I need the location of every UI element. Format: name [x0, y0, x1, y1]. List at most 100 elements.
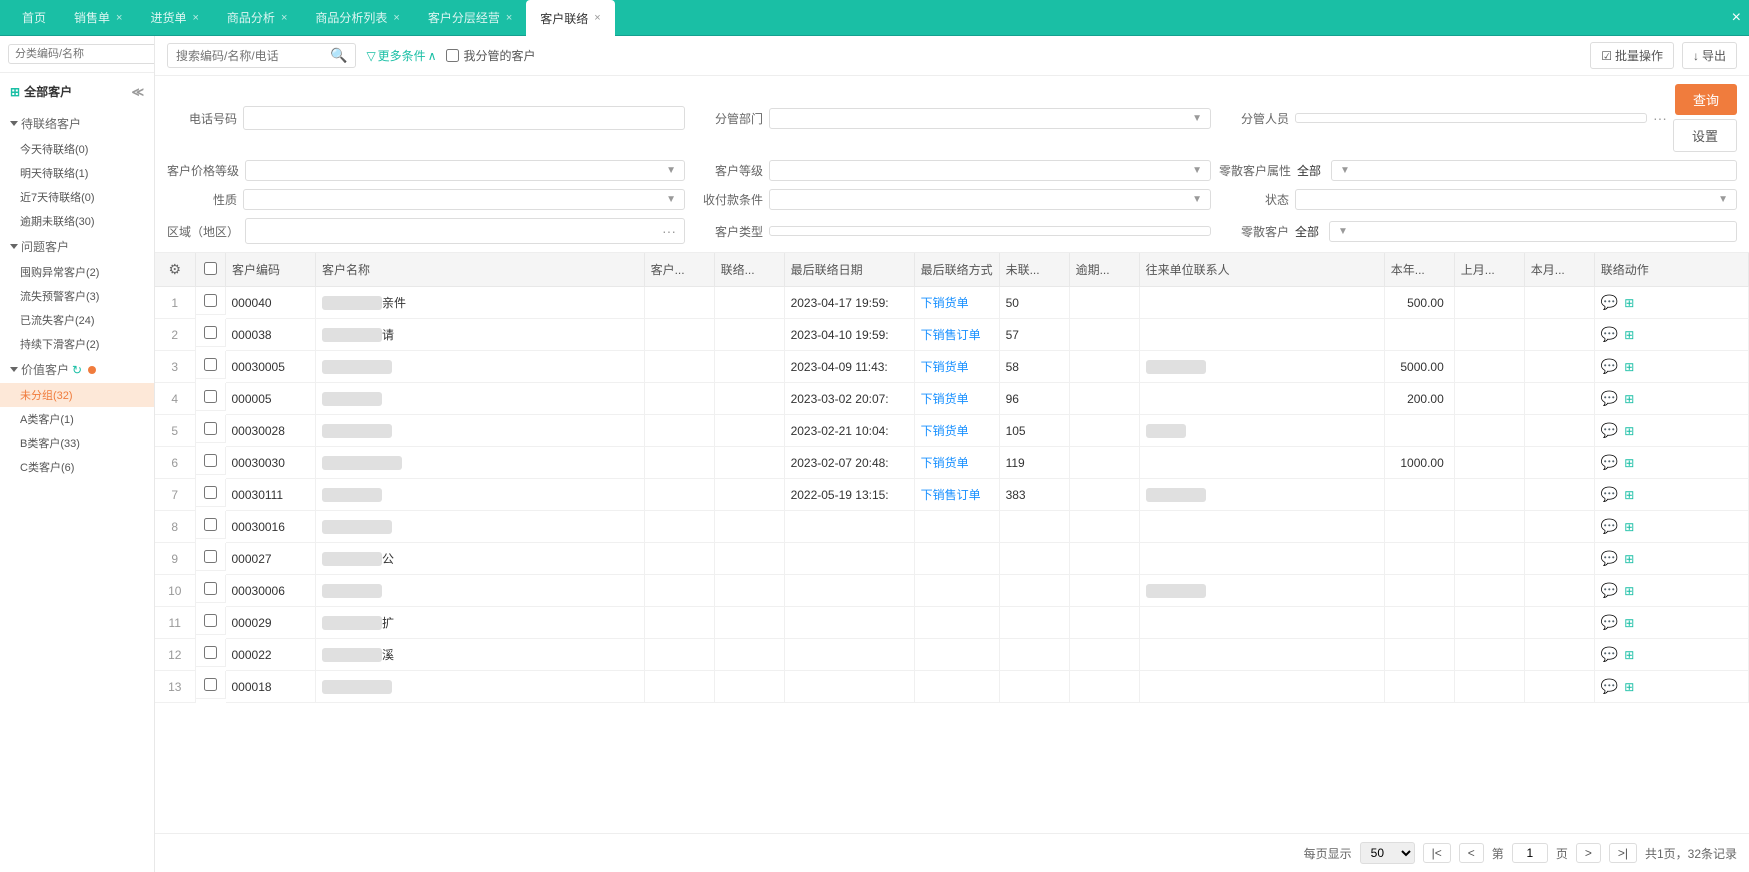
status-select[interactable]: ▼ — [1295, 189, 1737, 210]
row-checkbox[interactable] — [204, 454, 217, 467]
tab-analysis-list-close[interactable]: × — [393, 12, 399, 24]
my-customer-checkbox[interactable] — [446, 49, 459, 62]
message-icon[interactable]: 💬 — [1601, 678, 1618, 695]
contact-method-link[interactable]: 下销货单 — [921, 296, 969, 310]
row-checkbox[interactable] — [204, 518, 217, 531]
export-button[interactable]: ↓ 导出 — [1682, 42, 1737, 69]
sidebar-item-class-a[interactable]: A类客户(1) — [0, 407, 154, 431]
sidebar-item-declining[interactable]: 持续下滑客户(2) — [0, 332, 154, 356]
last-page-button[interactable]: >| — [1609, 843, 1637, 863]
tab-customer-contact[interactable]: 客户联络 × — [526, 0, 614, 36]
row-checkbox[interactable] — [204, 486, 217, 499]
retail-customer-select[interactable]: ▼ — [1329, 221, 1737, 242]
grid-action-icon[interactable]: ⊞ — [1624, 296, 1634, 310]
row-checkbox[interactable] — [204, 614, 217, 627]
per-page-select[interactable]: 50 100 200 — [1360, 842, 1415, 864]
contact-method-link[interactable]: 下销售订单 — [921, 328, 981, 342]
message-icon[interactable]: 💬 — [1601, 646, 1618, 663]
reset-button[interactable]: 设置 — [1673, 119, 1737, 152]
contact-method-link[interactable]: 下销货单 — [921, 360, 969, 374]
sidebar-all-customers[interactable]: ⊞ 全部客户 ≪ — [0, 77, 154, 106]
row-checkbox[interactable] — [204, 422, 217, 435]
contact-method-link[interactable]: 下销售订单 — [921, 488, 981, 502]
row-checkbox[interactable] — [204, 646, 217, 659]
manager-more-icon[interactable]: ··· — [1653, 110, 1667, 126]
sidebar-item-today[interactable]: 今天待联络(0) — [0, 137, 154, 161]
grid-action-icon[interactable]: ⊞ — [1624, 488, 1634, 502]
row-checkbox[interactable] — [204, 390, 217, 403]
grid-action-icon[interactable]: ⊞ — [1624, 392, 1634, 406]
row-checkbox[interactable] — [204, 358, 217, 371]
close-all-button[interactable]: × — [1732, 9, 1741, 27]
refresh-icon[interactable]: ↻ — [72, 363, 82, 377]
sidebar-item-churned[interactable]: 已流失客户(24) — [0, 308, 154, 332]
message-icon[interactable]: 💬 — [1601, 390, 1618, 407]
row-checkbox[interactable] — [204, 294, 217, 307]
contact-method-link[interactable]: 下销货单 — [921, 456, 969, 470]
contact-method-link[interactable]: 下销货单 — [921, 424, 969, 438]
message-icon[interactable]: 💬 — [1601, 422, 1618, 439]
settings-icon[interactable]: ⚙ — [168, 261, 181, 277]
tab-customer-contact-close[interactable]: × — [594, 12, 600, 24]
region-more[interactable]: ··· — [662, 223, 676, 239]
row-checkbox[interactable] — [204, 582, 217, 595]
tab-customer-seg[interactable]: 客户分层经营 × — [414, 0, 526, 36]
gender-select[interactable]: ▼ — [243, 189, 685, 210]
first-page-button[interactable]: |< — [1423, 843, 1451, 863]
customer-level-select[interactable]: ▼ — [769, 160, 1211, 181]
tab-home[interactable]: 首页 — [8, 0, 60, 36]
search-submit-icon[interactable]: 🔍 — [330, 47, 347, 64]
grid-action-icon[interactable]: ⊞ — [1624, 648, 1634, 662]
problem-customers-title[interactable]: 问题客户 — [0, 233, 154, 260]
message-icon[interactable]: 💬 — [1601, 614, 1618, 631]
grid-action-icon[interactable]: ⊞ — [1624, 616, 1634, 630]
grid-action-icon[interactable]: ⊞ — [1624, 680, 1634, 694]
grid-action-icon[interactable]: ⊞ — [1624, 360, 1634, 374]
collapse-icon[interactable]: ≪ — [131, 85, 144, 99]
pending-contact-title[interactable]: 待联络客户 — [0, 110, 154, 137]
customer-type-select[interactable] — [769, 226, 1211, 236]
message-icon[interactable]: 💬 — [1601, 486, 1618, 503]
tab-analysis[interactable]: 商品分析 × — [213, 0, 301, 36]
prev-page-button[interactable]: < — [1459, 843, 1484, 863]
price-level-select[interactable]: ▼ — [245, 160, 685, 181]
sidebar-item-ungroups[interactable]: 未分组(32) — [0, 383, 154, 407]
tab-sales-close[interactable]: × — [116, 12, 122, 24]
message-icon[interactable]: 💬 — [1601, 326, 1618, 343]
grid-action-icon[interactable]: ⊞ — [1624, 456, 1634, 470]
tab-purchase-close[interactable]: × — [192, 12, 198, 24]
sidebar-item-tomorrow[interactable]: 明天待联络(1) — [0, 161, 154, 185]
region-select[interactable]: ··· — [245, 218, 685, 244]
message-icon[interactable]: 💬 — [1601, 518, 1618, 535]
message-icon[interactable]: 💬 — [1601, 358, 1618, 375]
sidebar-search-input[interactable] — [8, 44, 155, 64]
more-filter-button[interactable]: ▽ 更多条件 ∧ — [366, 47, 436, 64]
sidebar-item-abnormal[interactable]: 囤购异常客户(2) — [0, 260, 154, 284]
retail-attr-select[interactable]: ▼ — [1331, 160, 1737, 181]
grid-action-icon[interactable]: ⊞ — [1624, 584, 1634, 598]
row-checkbox[interactable] — [204, 678, 217, 691]
tab-analysis-list[interactable]: 商品分析列表 × — [301, 0, 413, 36]
sidebar-item-overdue[interactable]: 逾期未联络(30) — [0, 209, 154, 233]
grid-action-icon[interactable]: ⊞ — [1624, 424, 1634, 438]
payment-select[interactable]: ▼ — [769, 189, 1211, 210]
batch-operation-button[interactable]: ☑ 批量操作 — [1590, 42, 1674, 69]
manager-select[interactable] — [1295, 113, 1647, 123]
message-icon[interactable]: 💬 — [1601, 582, 1618, 599]
sidebar-item-class-c[interactable]: C类客户(6) — [0, 455, 154, 479]
tab-customer-seg-close[interactable]: × — [506, 12, 512, 24]
next-page-button[interactable]: > — [1576, 843, 1601, 863]
grid-action-icon[interactable]: ⊞ — [1624, 552, 1634, 566]
select-all-checkbox[interactable] — [204, 262, 217, 275]
sidebar-item-7days[interactable]: 近7天待联络(0) — [0, 185, 154, 209]
query-button[interactable]: 查询 — [1675, 84, 1737, 115]
row-checkbox[interactable] — [204, 550, 217, 563]
sidebar-item-class-b[interactable]: B类客户(33) — [0, 431, 154, 455]
grid-action-icon[interactable]: ⊞ — [1624, 520, 1634, 534]
dept-select[interactable]: ▼ — [769, 108, 1211, 129]
message-icon[interactable]: 💬 — [1601, 454, 1618, 471]
search-input[interactable] — [176, 49, 326, 63]
tab-analysis-close[interactable]: × — [281, 12, 287, 24]
contact-method-link[interactable]: 下销货单 — [921, 392, 969, 406]
message-icon[interactable]: 💬 — [1601, 550, 1618, 567]
